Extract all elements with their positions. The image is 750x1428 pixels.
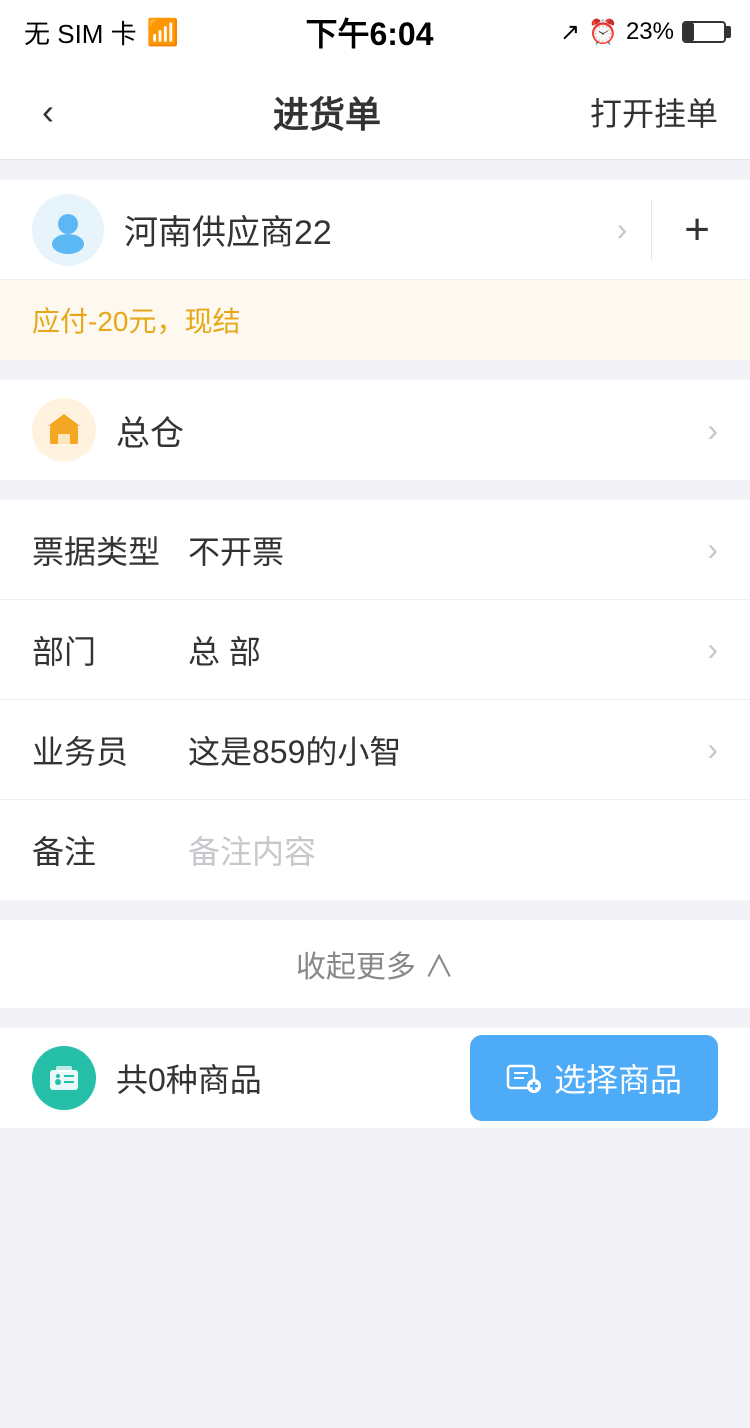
page-background xyxy=(0,1128,750,1428)
carrier-label: 无 SIM 卡 xyxy=(24,14,137,51)
product-info: 共0种商品 xyxy=(32,1046,262,1110)
status-left: 无 SIM 卡 📶 xyxy=(24,14,179,51)
select-product-icon xyxy=(506,1060,542,1096)
location-icon: ↗ xyxy=(560,18,580,47)
top-divider xyxy=(0,160,750,180)
product-icon xyxy=(32,1046,96,1110)
invoice-type-row[interactable]: 票据类型 不开票 › xyxy=(0,500,750,600)
department-row[interactable]: 部门 总 部 › xyxy=(0,600,750,700)
select-product-button[interactable]: 选择商品 xyxy=(470,1035,718,1121)
collapse-label: 收起更多 ∧ xyxy=(296,942,454,986)
supplier-chevron-icon: › xyxy=(617,211,628,248)
warehouse-icon xyxy=(32,398,96,462)
salesperson-value: 这是859的小智 xyxy=(172,727,707,773)
invoice-type-value: 不开票 xyxy=(172,527,707,573)
open-pending-button[interactable]: 打开挂单 xyxy=(590,89,718,135)
add-supplier-button[interactable]: + xyxy=(676,197,718,263)
select-product-label: 选择商品 xyxy=(554,1055,682,1101)
back-button[interactable]: ‹ xyxy=(32,81,64,143)
status-bar: 无 SIM 卡 📶 下午6:04 ↗ ⏰ 23% xyxy=(0,0,750,64)
remark-row[interactable]: 备注 备注内容 xyxy=(0,800,750,900)
status-time: 下午6:04 xyxy=(305,9,433,55)
salesperson-row[interactable]: 业务员 这是859的小智 › xyxy=(0,700,750,800)
remark-label: 备注 xyxy=(32,827,172,873)
notice-text: 应付-20元，现结 xyxy=(32,306,240,337)
product-count-label: 共0种商品 xyxy=(116,1055,262,1101)
wifi-icon: 📶 xyxy=(147,17,179,48)
salesperson-chevron-icon: › xyxy=(707,731,718,768)
form-section: 票据类型 不开票 › 部门 总 部 › 业务员 这是859的小智 › 备注 备注… xyxy=(0,500,750,900)
warehouse-chevron-icon: › xyxy=(707,412,718,449)
supplier-name: 河南供应商22 xyxy=(124,205,617,254)
nav-bar: ‹ 进货单 打开挂单 xyxy=(0,64,750,160)
invoice-type-label: 票据类型 xyxy=(32,527,172,573)
warehouse-name: 总仓 xyxy=(116,406,707,455)
status-right: ↗ ⏰ 23% xyxy=(560,18,726,47)
mid-divider-1 xyxy=(0,360,750,380)
supplier-right: › + xyxy=(617,197,718,263)
department-label: 部门 xyxy=(32,627,172,673)
supplier-row[interactable]: 河南供应商22 › + xyxy=(0,180,750,280)
department-value: 总 部 xyxy=(172,627,707,673)
page-title: 进货单 xyxy=(273,86,381,138)
notice-banner: 应付-20元，现结 xyxy=(0,280,750,360)
supplier-avatar xyxy=(32,194,104,266)
warehouse-section: 总仓 › xyxy=(0,380,750,480)
remark-input[interactable]: 备注内容 xyxy=(172,827,718,873)
alarm-icon: ⏰ xyxy=(588,18,618,47)
warehouse-row[interactable]: 总仓 › xyxy=(0,380,750,480)
salesperson-label: 业务员 xyxy=(32,727,172,773)
invoice-type-chevron-icon: › xyxy=(707,531,718,568)
battery-label: 23% xyxy=(626,18,674,46)
bottom-bar: 共0种商品 选择商品 xyxy=(0,1028,750,1128)
collapse-row[interactable]: 收起更多 ∧ xyxy=(0,920,750,1008)
battery-icon xyxy=(682,21,726,43)
vertical-divider xyxy=(651,200,652,260)
department-chevron-icon: › xyxy=(707,631,718,668)
supplier-section: 河南供应商22 › + 应付-20元，现结 xyxy=(0,180,750,360)
